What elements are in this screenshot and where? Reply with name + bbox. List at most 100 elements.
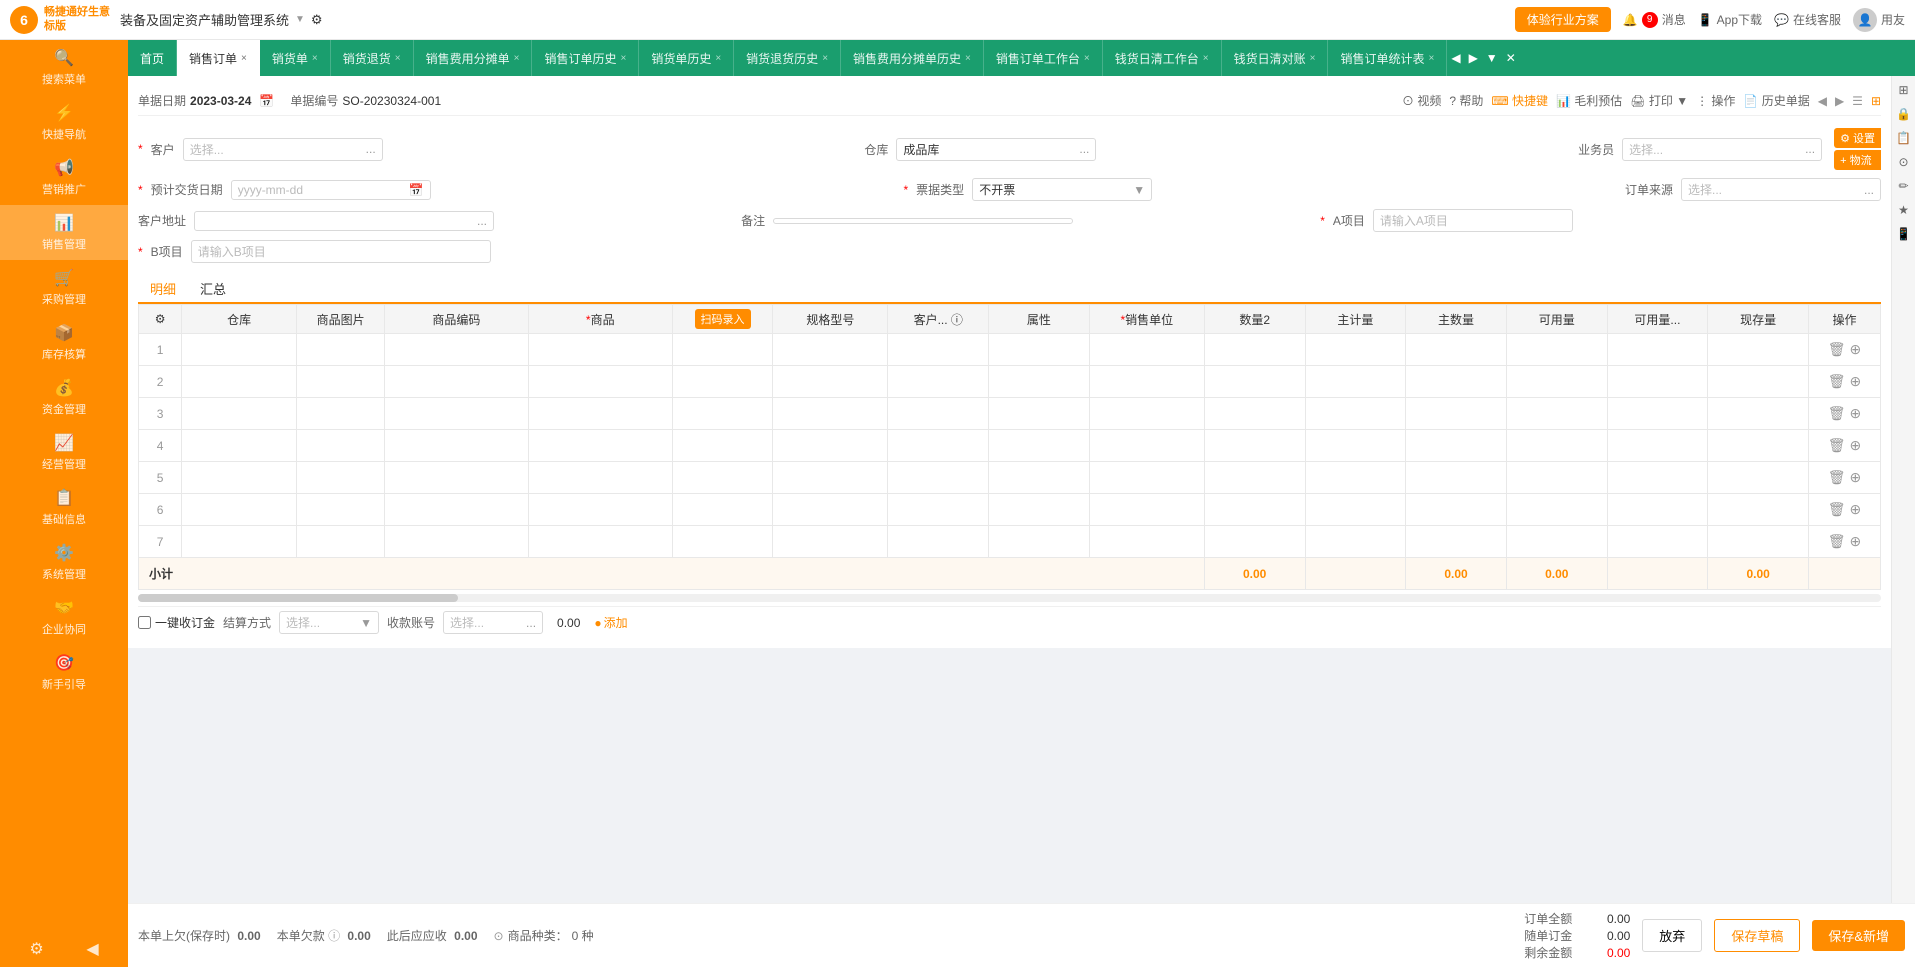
- system-dropdown[interactable]: ▼: [295, 14, 305, 25]
- tab-sales-order-history[interactable]: 销售订单历史 ×: [532, 40, 639, 76]
- nav-tab-prev[interactable]: ◀: [1447, 51, 1464, 65]
- account-input[interactable]: 选择... ...: [443, 611, 543, 634]
- sidebar-item-marketing[interactable]: 📢 营销推广: [0, 150, 128, 205]
- payment-method-select[interactable]: 选择... ▼: [279, 611, 379, 634]
- tab-sales-expense[interactable]: 销售费用分摊单 ×: [414, 40, 533, 76]
- row-delete-icon[interactable]: 🗑: [1828, 533, 1846, 550]
- address-input[interactable]: ...: [194, 211, 494, 231]
- tab-cash-goods-workbench[interactable]: 钱货日清工作台 ×: [1103, 40, 1222, 76]
- tab-close-cash-goods-workbench[interactable]: ×: [1203, 53, 1209, 64]
- list-view-icon[interactable]: ☰: [1852, 94, 1863, 108]
- add-payment-btn[interactable]: ● 添加: [594, 614, 627, 631]
- row-delete-icon[interactable]: 🗑: [1828, 501, 1846, 518]
- tab-close-sales-return-history[interactable]: ×: [822, 53, 828, 64]
- sidebar-item-cooperation[interactable]: 🤝 企业协同: [0, 590, 128, 645]
- operation-btn[interactable]: ⋮ 操作: [1696, 92, 1735, 109]
- video-btn[interactable]: ⊙ 视频: [1402, 92, 1441, 109]
- tab-close-sales-expense-history[interactable]: ×: [965, 53, 971, 64]
- row-delete-icon[interactable]: 🗑: [1828, 341, 1846, 358]
- customer-input[interactable]: 选择... ...: [183, 138, 383, 161]
- tab-cash-goods-reconcile[interactable]: 钱货日清对账 ×: [1222, 40, 1329, 76]
- tab-close-sales-workbench[interactable]: ×: [1084, 53, 1090, 64]
- right-panel-icon-5[interactable]: ✏: [1894, 176, 1914, 196]
- sidebar-item-guide[interactable]: 🎯 新手引导: [0, 645, 128, 700]
- sidebar-item-purchase[interactable]: 🛒 采购管理: [0, 260, 128, 315]
- tab-sales-invoice[interactable]: 销货单 ×: [260, 40, 331, 76]
- warehouse-input[interactable]: 成品库 ...: [896, 138, 1096, 161]
- one-click-deposit-checkbox[interactable]: 一键收订金: [138, 614, 215, 631]
- remark-input[interactable]: [773, 218, 1073, 224]
- system-settings-icon[interactable]: ⚙: [311, 12, 323, 28]
- tab-close-sales-order-stats[interactable]: ×: [1428, 53, 1434, 64]
- profit-btn[interactable]: 📊 毛利预估: [1556, 92, 1622, 109]
- sidebar-item-inventory[interactable]: 📦 库存核算: [0, 315, 128, 370]
- tab-sales-expense-history[interactable]: 销售费用分摊单历史 ×: [841, 40, 984, 76]
- tab-detail[interactable]: 明细: [138, 275, 188, 304]
- sidebar-item-system[interactable]: ⚙️ 系统管理: [0, 535, 128, 590]
- row-delete-icon[interactable]: 🗑: [1828, 405, 1846, 422]
- delivery-date-input[interactable]: yyyy-mm-dd 📅: [231, 180, 431, 200]
- right-panel-icon-7[interactable]: 📱: [1894, 224, 1914, 244]
- tab-close-sales-order[interactable]: ×: [241, 53, 247, 64]
- discard-button[interactable]: 放弃: [1642, 919, 1702, 952]
- one-click-deposit-check[interactable]: [138, 616, 151, 629]
- app-download-btn[interactable]: 📱 App下载: [1698, 11, 1762, 28]
- nav-prev-icon[interactable]: ◀: [1818, 94, 1827, 108]
- scan-button[interactable]: 扫码录入: [695, 309, 751, 329]
- nav-tab-all[interactable]: ▼: [1482, 51, 1502, 65]
- help-btn[interactable]: ? 帮助: [1449, 92, 1483, 109]
- nav-close-all[interactable]: ✕: [1502, 51, 1520, 65]
- row-copy-icon[interactable]: ⊕: [1850, 437, 1862, 454]
- tab-home[interactable]: 首页: [128, 40, 177, 76]
- sidebar-item-operations[interactable]: 📈 经营管理: [0, 425, 128, 480]
- save-draft-button[interactable]: 保存草稿: [1714, 919, 1800, 952]
- row-copy-icon[interactable]: ⊕: [1850, 501, 1862, 518]
- grid-view-icon[interactable]: ⊞: [1871, 94, 1881, 108]
- invoice-select[interactable]: 不开票 ▼: [972, 178, 1152, 201]
- nav-tab-next[interactable]: ▶: [1465, 51, 1482, 65]
- tab-sales-order[interactable]: 销售订单 ×: [177, 40, 260, 76]
- right-panel-icon-4[interactable]: ⊙: [1894, 152, 1914, 172]
- right-panel-icon-3[interactable]: 📋: [1894, 128, 1914, 148]
- project-a-input[interactable]: 请输入A项目: [1373, 209, 1573, 232]
- save-new-button[interactable]: 保存&新增: [1812, 920, 1905, 951]
- logistics-btn[interactable]: + 物流: [1834, 150, 1881, 170]
- horizontal-scrollbar[interactable]: [138, 594, 1881, 602]
- row-delete-icon[interactable]: 🗑: [1828, 437, 1846, 454]
- tab-sales-invoice-history[interactable]: 销货单历史 ×: [639, 40, 734, 76]
- project-b-input[interactable]: 请输入B项目: [191, 240, 491, 263]
- nav-next-icon[interactable]: ▶: [1835, 94, 1844, 108]
- sidebar-item-search[interactable]: 🔍 搜索菜单: [0, 40, 128, 95]
- tab-close-sales-expense[interactable]: ×: [514, 53, 520, 64]
- tab-close-sales-invoice-history[interactable]: ×: [715, 53, 721, 64]
- row-copy-icon[interactable]: ⊕: [1850, 533, 1862, 550]
- sidebar-collapse-icon[interactable]: ◀: [86, 939, 98, 959]
- history-btn[interactable]: 📄 历史单据: [1743, 92, 1809, 109]
- col-scan[interactable]: 扫码录入: [672, 305, 773, 334]
- delivery-calendar-icon[interactable]: 📅: [409, 183, 424, 197]
- row-copy-icon[interactable]: ⊕: [1850, 341, 1862, 358]
- tab-close-sales-order-history[interactable]: ×: [620, 53, 626, 64]
- shortcut-btn[interactable]: ⌨ 快捷键: [1491, 92, 1548, 109]
- row-delete-icon[interactable]: 🗑: [1828, 469, 1846, 486]
- industry-btn[interactable]: 体验行业方案: [1515, 7, 1611, 32]
- sidebar-item-basic-info[interactable]: 📋 基础信息: [0, 480, 128, 535]
- tab-close-cash-goods-reconcile[interactable]: ×: [1310, 53, 1316, 64]
- right-panel-icon-2[interactable]: 🔒: [1894, 104, 1914, 124]
- tab-close-sales-return[interactable]: ×: [395, 53, 401, 64]
- row-delete-icon[interactable]: 🗑: [1828, 373, 1846, 390]
- col-settings[interactable]: ⚙: [139, 305, 182, 334]
- tab-sales-return[interactable]: 销货退货 ×: [331, 40, 414, 76]
- right-panel-icon-1[interactable]: ⊞: [1894, 80, 1914, 100]
- sidebar-item-sales[interactable]: 📊 销售管理: [0, 205, 128, 260]
- sidebar-settings-icon[interactable]: ⚙: [29, 939, 43, 959]
- date-picker-icon[interactable]: 📅: [259, 94, 274, 108]
- notification-btn[interactable]: 🔔 9 消息: [1623, 11, 1686, 28]
- print-btn[interactable]: 🖨 打印 ▼: [1630, 92, 1688, 109]
- sidebar-item-navigation[interactable]: ⚡ 快捷导航: [0, 95, 128, 150]
- tab-sales-return-history[interactable]: 销货退货历史 ×: [734, 40, 841, 76]
- row-copy-icon[interactable]: ⊕: [1850, 405, 1862, 422]
- tab-sales-order-stats[interactable]: 销售订单统计表 ×: [1328, 40, 1447, 76]
- tab-summary[interactable]: 汇总: [188, 275, 238, 302]
- row-copy-icon[interactable]: ⊕: [1850, 469, 1862, 486]
